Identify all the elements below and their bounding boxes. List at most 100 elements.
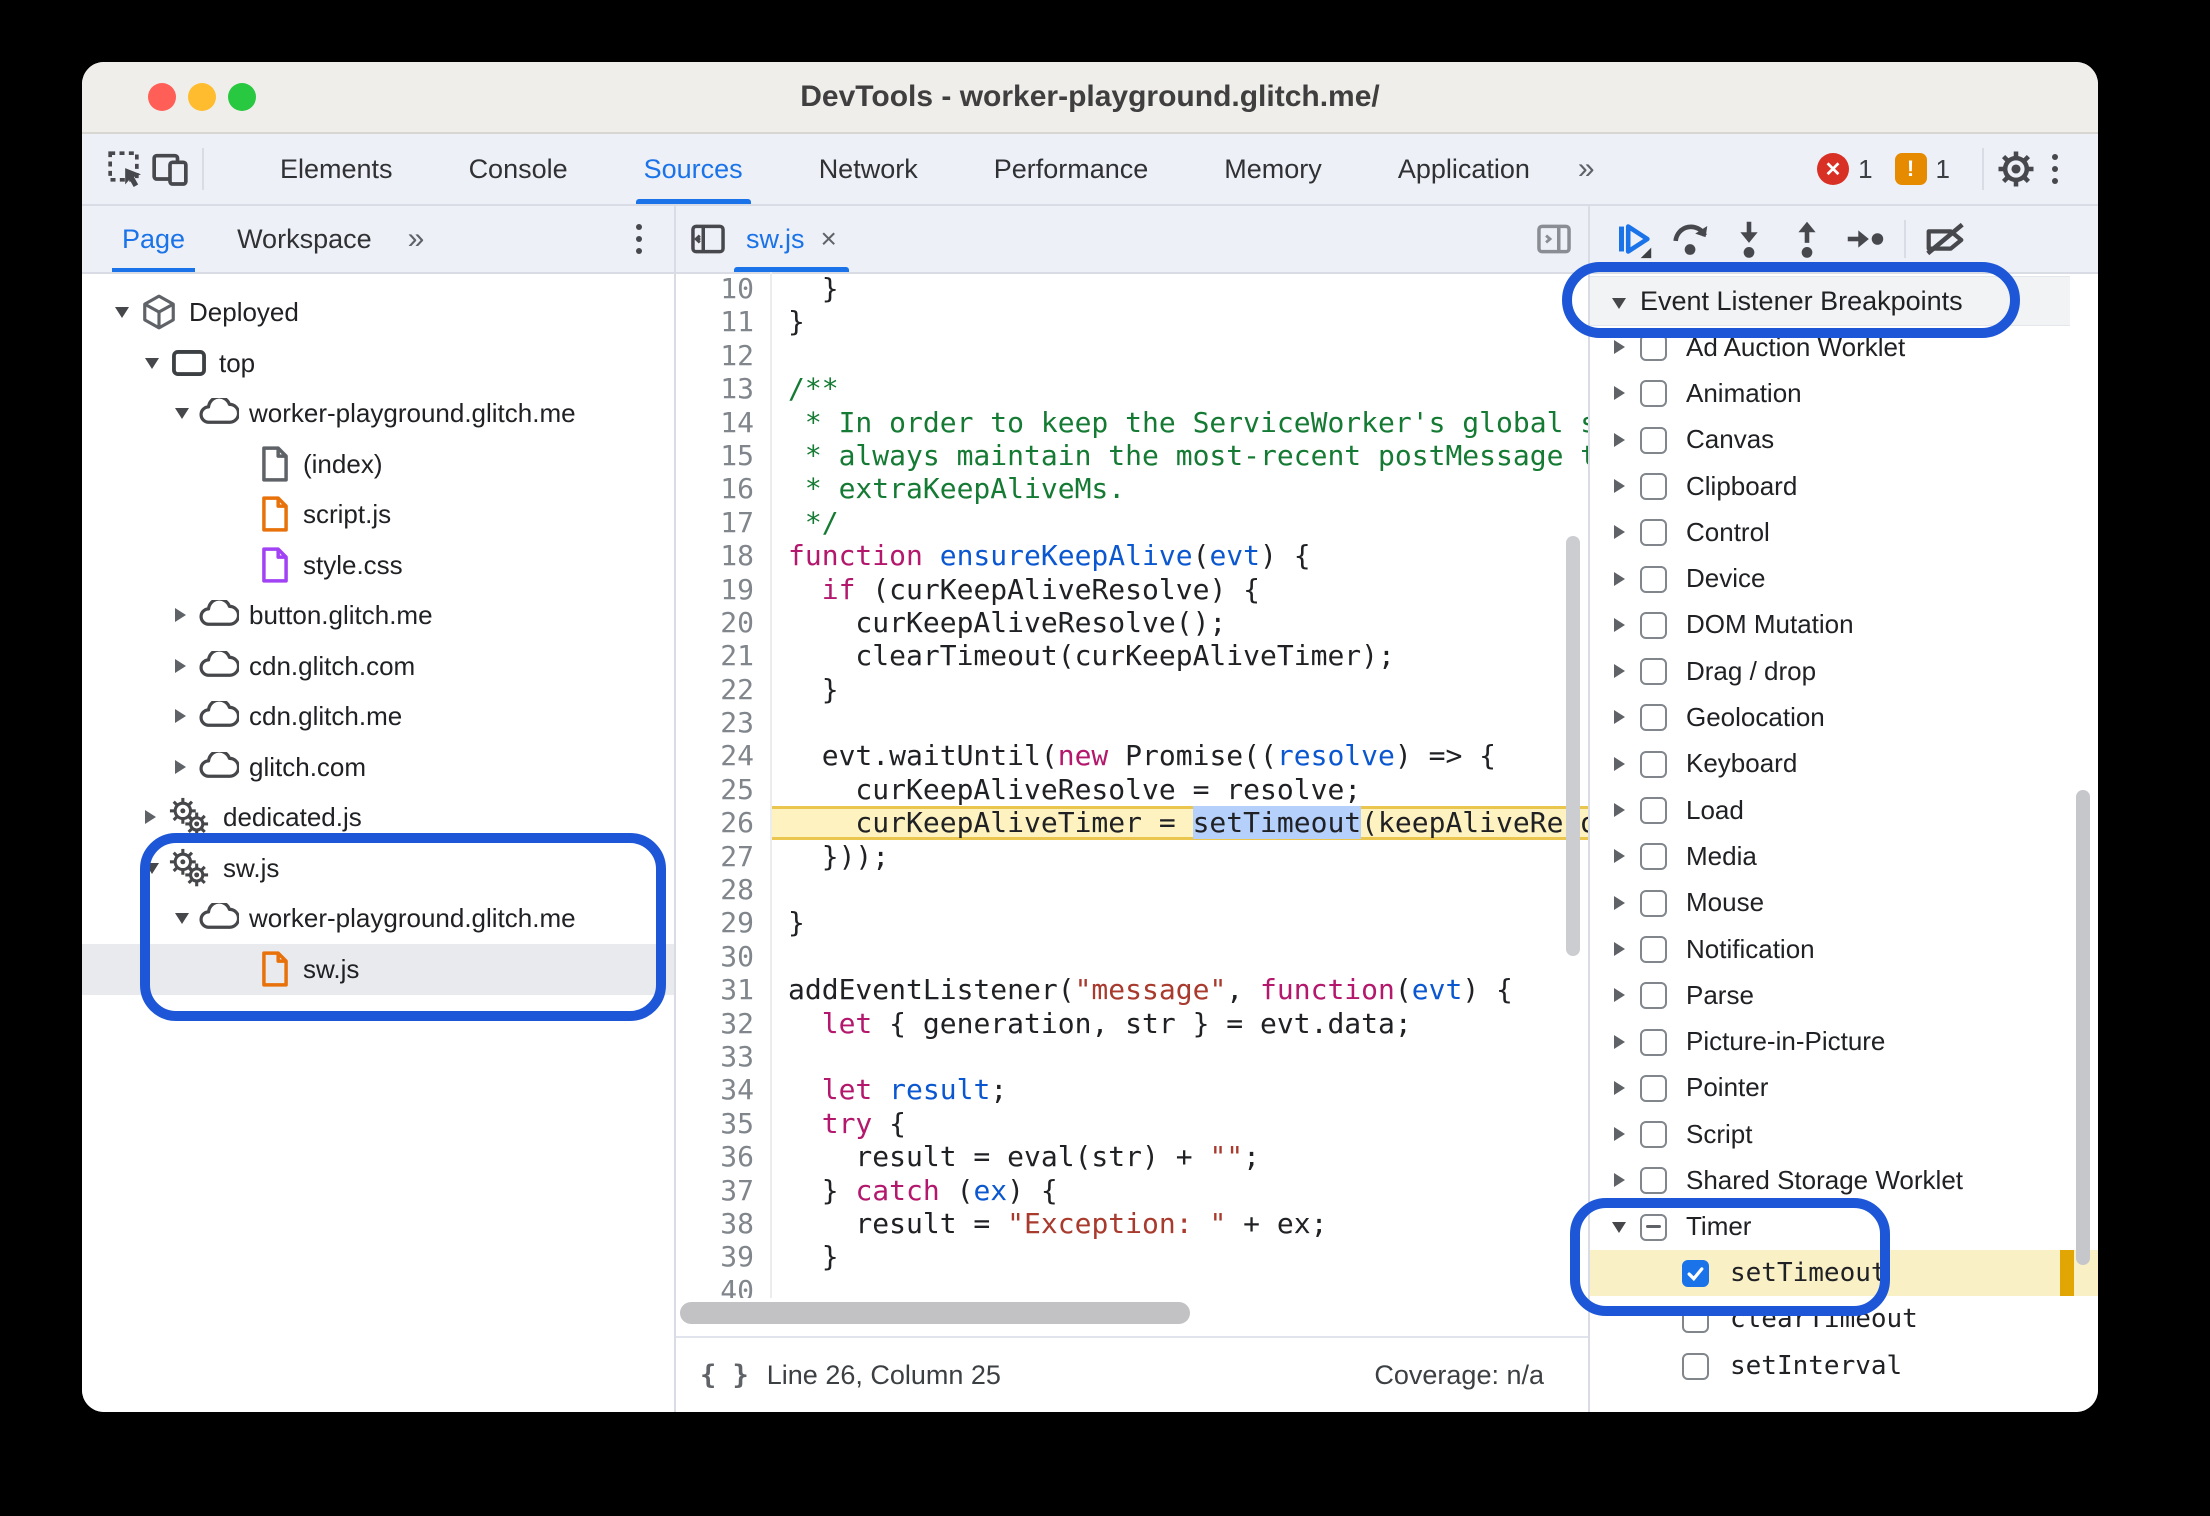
category-checkbox[interactable] [1640,750,1667,778]
more-navigator-tabs-chevron-icon[interactable]: » [398,222,437,256]
code-line-17[interactable]: 17 */ [676,505,1588,540]
line-number[interactable]: 20 [676,606,770,639]
code-line-37[interactable]: 37 } catch (ex) { [676,1173,1588,1207]
expanded-triangle-icon[interactable] [145,862,159,874]
tree-item-worker-playground.glitch.me[interactable]: worker-playground.glitch.me [82,893,674,944]
expanded-triangle-icon[interactable] [115,307,129,318]
tab-application[interactable]: Application [1360,134,1568,204]
line-number[interactable]: 38 [676,1207,770,1240]
breakpoint-row-parse[interactable]: Parse [1590,972,2098,1018]
breakpoint-row-picture-in-picture[interactable]: Picture-in-Picture [1590,1019,2098,1065]
line-number[interactable]: 14 [676,406,770,439]
collapsed-triangle-icon[interactable] [1614,340,1625,354]
code-line-24[interactable]: 24 evt.waitUntil(new Promise((resolve) =… [676,739,1588,773]
breakpoint-row-mouse[interactable]: Mouse [1590,880,2098,926]
collapsed-triangle-icon[interactable] [1614,1034,1625,1049]
line-number[interactable]: 28 [676,873,770,906]
collapsed-triangle-icon[interactable] [1614,664,1625,679]
expanded-triangle-icon[interactable] [1612,1221,1626,1233]
code-line-11[interactable]: 11} [676,305,1588,339]
step-over-icon[interactable] [1662,215,1720,263]
code-line-23[interactable]: 23 [676,706,1588,740]
category-checkbox[interactable] [1640,426,1667,454]
code-line-20[interactable]: 20 curKeepAliveResolve(); [676,605,1588,640]
event-checkbox[interactable] [1682,1306,1709,1334]
tree-item-dedicated.js[interactable]: dedicated.js [82,792,674,843]
category-checkbox[interactable] [1640,1028,1667,1056]
tree-item-sw.js[interactable]: sw.js [82,843,674,894]
breakpoint-row-cleartimeout[interactable]: clearTimeout [1590,1296,2098,1342]
collapsed-triangle-icon[interactable] [1614,571,1625,586]
line-number[interactable]: 23 [676,706,770,739]
code-line-21[interactable]: 21 clearTimeout(curKeepAliveTimer); [676,639,1588,673]
collapsed-triangle-icon[interactable] [1614,710,1625,725]
breakpoint-row-canvas[interactable]: Canvas [1590,417,2098,463]
breakpoint-row-setinterval[interactable]: setInterval [1590,1343,2098,1389]
breakpoint-row-shared-storage-worklet[interactable]: Shared Storage Worklet [1590,1157,2098,1203]
tree-item-top[interactable]: top [82,338,674,389]
breakpoint-row-keyboard[interactable]: Keyboard [1590,741,2098,787]
tree-item-worker-playground.glitch.me[interactable]: worker-playground.glitch.me [82,388,674,439]
category-checkbox[interactable] [1640,704,1667,732]
tab-memory[interactable]: Memory [1186,134,1360,204]
collapsed-triangle-icon[interactable] [1614,478,1625,493]
category-checkbox[interactable] [1640,797,1667,824]
category-checkbox[interactable] [1640,380,1667,408]
category-checkbox[interactable] [1640,935,1667,963]
category-checkbox[interactable] [1640,519,1667,547]
code-line-12[interactable]: 12 [676,338,1588,373]
tab-sources[interactable]: Sources [606,134,781,204]
line-number[interactable]: 16 [676,472,770,505]
device-toolbar-icon[interactable] [148,147,192,191]
code-line-28[interactable]: 28 [676,873,1588,907]
category-checkbox[interactable] [1640,334,1667,361]
code-line-14[interactable]: 14 * In order to keep the ServiceWorker'… [676,405,1588,439]
tree-item--index-[interactable]: (index) [82,439,674,490]
tree-item-style.css[interactable]: style.css [82,540,674,591]
line-number[interactable]: 17 [676,506,770,539]
collapsed-triangle-icon[interactable] [1614,1173,1625,1188]
code-editor[interactable]: 10 } 11} 12 13/** 14 * In order to keep the … [676,272,1588,1298]
line-number[interactable]: 13 [676,372,770,405]
collapsed-triangle-icon[interactable] [1614,895,1625,910]
category-checkbox[interactable] [1640,658,1667,686]
category-checkbox[interactable] [1640,982,1667,1010]
line-number[interactable]: 34 [676,1073,770,1106]
error-badge[interactable]: ✕ 1 [1817,153,1873,185]
step-icon[interactable] [1836,215,1894,263]
tree-item-sw.js[interactable]: sw.js [82,943,674,995]
code-line-33[interactable]: 33 [676,1039,1588,1074]
code-line-19[interactable]: 19 if (curKeepAliveResolve) { [676,572,1588,606]
breakpoint-row-timer[interactable]: Timer [1590,1204,2098,1250]
breakpoint-row-clipboard[interactable]: Clipboard [1590,463,2098,509]
breakpoint-row-control[interactable]: Control [1590,509,2098,555]
collapsed-triangle-icon[interactable] [175,759,186,774]
category-checkbox[interactable] [1640,1167,1667,1195]
breakpoint-row-settimeout[interactable]: setTimeout [1590,1250,2098,1297]
code-line-39[interactable]: 39 } [676,1240,1588,1274]
tree-item-script.js[interactable]: script.js [82,489,674,540]
code-line-35[interactable]: 35 try { [676,1106,1588,1141]
breakpoint-row-notification[interactable]: Notification [1590,926,2098,972]
code-line-30[interactable]: 30 [676,939,1588,974]
close-tab-icon[interactable]: × [821,223,837,255]
category-checkbox[interactable] [1640,1121,1667,1149]
category-checkbox[interactable] [1640,889,1667,917]
line-number[interactable]: 10 [676,272,770,305]
show-debugger-panel-icon[interactable] [1532,217,1576,261]
code-line-26[interactable]: 26 curKeepAliveTimer = setTimeout(keepAl… [676,806,1588,840]
collapsed-triangle-icon[interactable] [1614,849,1625,864]
line-number[interactable]: 39 [676,1240,770,1273]
breakpoint-row-ad-auction-worklet[interactable]: Ad Auction Worklet [1590,324,2098,370]
line-number[interactable]: 22 [676,673,770,706]
code-line-38[interactable]: 38 result = "Exception: " + ex; [676,1206,1588,1241]
expanded-triangle-icon[interactable] [175,408,189,419]
line-number[interactable]: 31 [676,973,770,1006]
code-line-29[interactable]: 29} [676,906,1588,940]
collapsed-triangle-icon[interactable] [1614,1127,1625,1142]
collapsed-triangle-icon[interactable] [1614,386,1625,401]
editor-vertical-scrollbar[interactable] [1566,536,1580,956]
line-number[interactable]: 29 [676,906,770,939]
editor-tab-swjs[interactable]: sw.js × [730,206,853,272]
line-number[interactable]: 35 [676,1107,770,1140]
